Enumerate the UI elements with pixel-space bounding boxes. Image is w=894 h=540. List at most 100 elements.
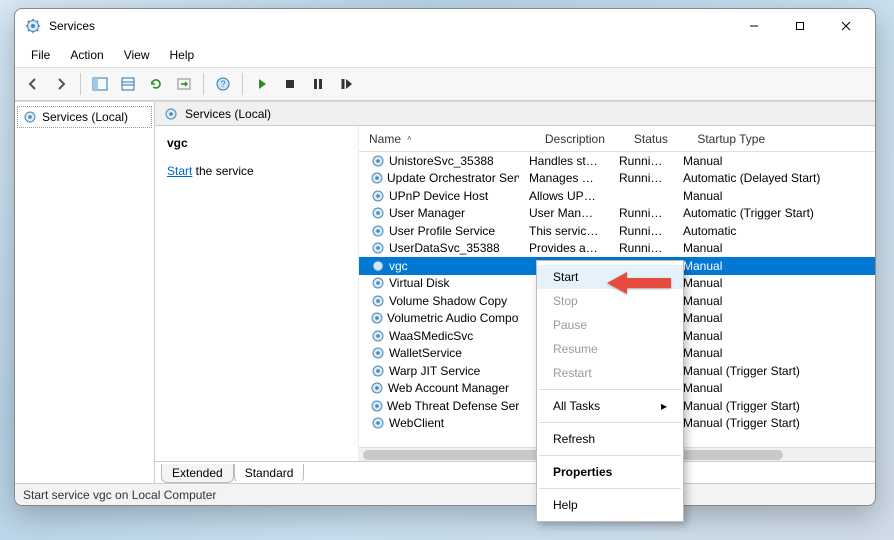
service-status: Running bbox=[609, 241, 673, 255]
service-startup: Automatic (Trigger Start) bbox=[673, 206, 863, 220]
maximize-button[interactable] bbox=[777, 11, 823, 41]
action-suffix: the service bbox=[192, 164, 253, 178]
service-row[interactable]: User ManagerUser Manag...RunningAutomati… bbox=[359, 205, 875, 223]
view-tabs: Extended Standard bbox=[155, 461, 875, 483]
service-desc: Manages Wi... bbox=[519, 171, 609, 185]
sort-caret-icon: ˄ bbox=[407, 134, 412, 143]
service-name: Volumetric Audio Composita... bbox=[387, 311, 519, 325]
right-header-label: Services (Local) bbox=[185, 107, 271, 121]
service-row[interactable]: UserDataSvc_35388Provides ap...RunningMa… bbox=[359, 240, 875, 258]
close-button[interactable] bbox=[823, 11, 869, 41]
service-desc: Handles sto... bbox=[519, 154, 609, 168]
ctx-all-tasks[interactable]: All Tasks▸ bbox=[537, 394, 683, 418]
gear-icon bbox=[22, 109, 38, 125]
ctx-properties[interactable]: Properties bbox=[537, 460, 683, 484]
gear-icon bbox=[369, 275, 387, 291]
ctx-stop: Stop bbox=[537, 289, 683, 313]
col-startup[interactable]: Startup Type bbox=[687, 128, 875, 150]
ctx-restart: Restart bbox=[537, 361, 683, 385]
svg-text:?: ? bbox=[220, 79, 225, 89]
titlebar: Services bbox=[15, 9, 875, 43]
help-button[interactable]: ? bbox=[211, 72, 235, 96]
tab-extended[interactable]: Extended bbox=[161, 464, 234, 483]
service-status: Running bbox=[609, 154, 673, 168]
service-row[interactable]: UPnP Device Host Allows UPn... Manual bbox=[359, 187, 875, 205]
menu-file[interactable]: File bbox=[23, 46, 58, 64]
service-name: UPnP Device Host bbox=[389, 189, 488, 203]
refresh-button[interactable] bbox=[144, 72, 168, 96]
service-startup: Manual bbox=[673, 259, 863, 273]
menu-action[interactable]: Action bbox=[62, 46, 111, 64]
col-status[interactable]: Status bbox=[624, 128, 687, 150]
window-title: Services bbox=[49, 19, 95, 33]
gear-icon bbox=[369, 328, 387, 344]
ctx-help[interactable]: Help bbox=[537, 493, 683, 517]
service-row[interactable]: UnistoreSvc_35388Handles sto...RunningMa… bbox=[359, 152, 875, 170]
nav-back-button[interactable] bbox=[21, 72, 45, 96]
service-startup: Manual (Trigger Start) bbox=[673, 416, 863, 430]
ctx-start[interactable]: Start bbox=[537, 265, 683, 289]
service-name: vgc bbox=[389, 259, 408, 273]
ctx-separator bbox=[539, 389, 681, 390]
tree-root-item[interactable]: Services (Local) bbox=[17, 106, 152, 128]
service-startup: Automatic (Delayed Start) bbox=[673, 171, 863, 185]
statusbar: Start service vgc on Local Computer bbox=[15, 483, 875, 505]
restart-service-button[interactable] bbox=[334, 72, 358, 96]
gear-icon bbox=[369, 398, 385, 414]
minimize-button[interactable] bbox=[731, 11, 777, 41]
export-list-button[interactable] bbox=[116, 72, 140, 96]
window-controls bbox=[731, 11, 869, 41]
service-name: User Manager bbox=[389, 206, 465, 220]
service-startup: Manual bbox=[673, 381, 863, 395]
service-startup: Manual bbox=[673, 294, 863, 308]
col-name[interactable]: Name˄ bbox=[359, 128, 535, 150]
service-startup: Manual (Trigger Start) bbox=[673, 364, 863, 378]
tab-standard[interactable]: Standard bbox=[234, 464, 305, 483]
service-desc: Allows UPn... bbox=[519, 189, 609, 203]
service-row[interactable]: Update Orchestrator ServiceManages Wi...… bbox=[359, 170, 875, 188]
ctx-separator bbox=[539, 422, 681, 423]
service-startup: Manual bbox=[673, 276, 863, 290]
action-text: Start the service bbox=[167, 164, 346, 178]
service-name: User Profile Service bbox=[389, 224, 495, 238]
toolbar: ? bbox=[15, 67, 875, 101]
status-text: Start service vgc on Local Computer bbox=[23, 488, 216, 502]
service-name: Web Account Manager bbox=[388, 381, 509, 395]
export-button[interactable] bbox=[172, 72, 196, 96]
start-service-button[interactable] bbox=[250, 72, 274, 96]
ctx-refresh[interactable]: Refresh bbox=[537, 427, 683, 451]
menu-view[interactable]: View bbox=[116, 46, 158, 64]
menu-help[interactable]: Help bbox=[162, 46, 203, 64]
gear-icon bbox=[369, 170, 385, 186]
gear-icon bbox=[369, 310, 385, 326]
col-description[interactable]: Description bbox=[535, 128, 624, 150]
toolbar-separator bbox=[80, 73, 81, 95]
stop-service-button[interactable] bbox=[278, 72, 302, 96]
pause-service-button[interactable] bbox=[306, 72, 330, 96]
start-link[interactable]: Start bbox=[167, 164, 192, 178]
menubar: File Action View Help bbox=[15, 43, 875, 67]
service-startup: Manual bbox=[673, 311, 863, 325]
service-name: UnistoreSvc_35388 bbox=[389, 154, 494, 168]
service-name: WaaSMedicSvc bbox=[389, 329, 473, 343]
gear-icon bbox=[163, 106, 179, 122]
toolbar-separator bbox=[242, 73, 243, 95]
show-hide-tree-button[interactable] bbox=[88, 72, 112, 96]
nav-forward-button[interactable] bbox=[49, 72, 73, 96]
gear-icon bbox=[369, 205, 387, 221]
gear-icon bbox=[369, 363, 387, 379]
tree-pane[interactable]: Services (Local) bbox=[15, 102, 155, 483]
right-header: Services (Local) bbox=[155, 102, 875, 126]
submenu-arrow-icon: ▸ bbox=[661, 399, 667, 413]
context-menu: Start Stop Pause Resume Restart All Task… bbox=[536, 260, 684, 522]
service-startup: Manual bbox=[673, 346, 863, 360]
service-desc: This service ... bbox=[519, 224, 609, 238]
selected-service-name: vgc bbox=[167, 136, 346, 150]
service-startup: Manual bbox=[673, 189, 863, 203]
service-desc: Provides ap... bbox=[519, 241, 609, 255]
service-name: WebClient bbox=[389, 416, 444, 430]
toolbar-separator bbox=[203, 73, 204, 95]
service-row[interactable]: User Profile ServiceThis service ...Runn… bbox=[359, 222, 875, 240]
ctx-pause: Pause bbox=[537, 313, 683, 337]
service-name: Web Threat Defense Service bbox=[387, 399, 519, 413]
